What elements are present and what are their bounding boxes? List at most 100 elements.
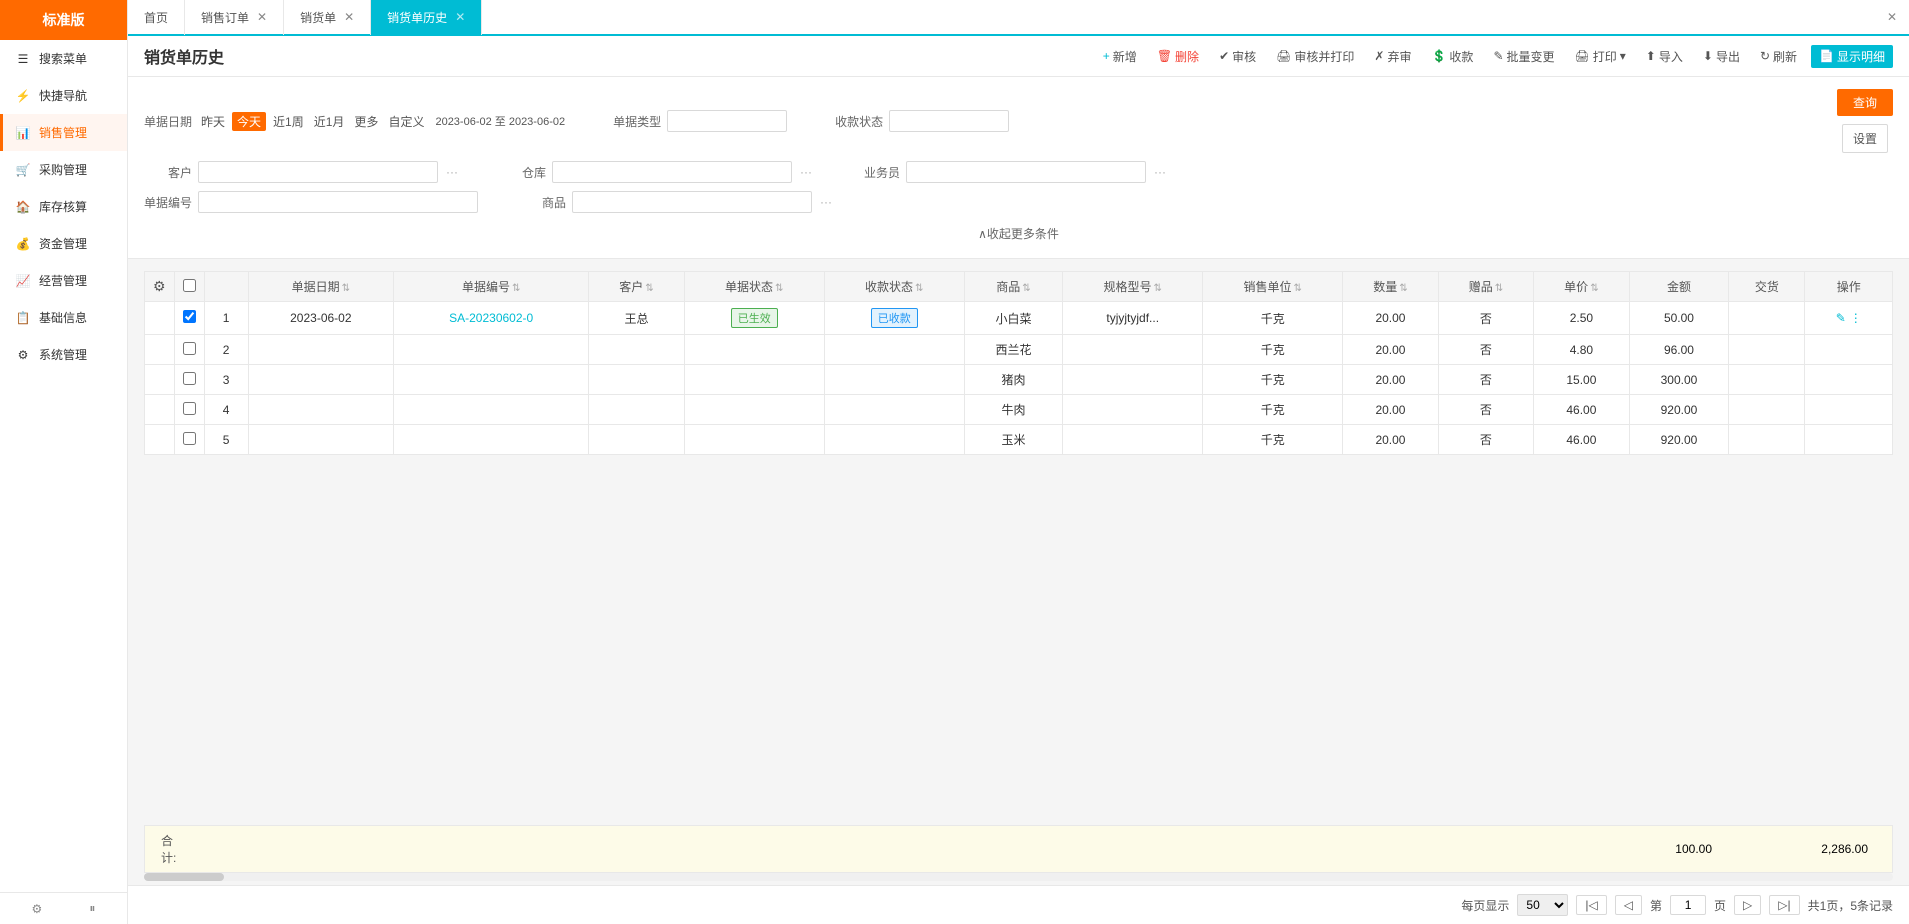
sidebar-item-purchase-mgmt[interactable]: 🛒 采购管理 bbox=[0, 151, 127, 188]
tab-sales-order[interactable]: 销售订单 ✕ bbox=[185, 0, 284, 35]
sidebar-bottom-settings-icon[interactable]: ⚙ bbox=[32, 902, 43, 916]
cell-check[interactable] bbox=[174, 425, 204, 455]
sort-date-icon[interactable] bbox=[342, 280, 350, 294]
date-shortcut-today[interactable]: 今天 bbox=[232, 112, 266, 131]
filter-doc-type-select[interactable] bbox=[667, 110, 787, 132]
row-checkbox[interactable] bbox=[183, 372, 196, 385]
select-all-checkbox[interactable] bbox=[183, 279, 196, 292]
settings-icon[interactable]: ⚙ bbox=[153, 278, 166, 294]
cell-check[interactable] bbox=[174, 335, 204, 365]
cell-qty: 20.00 bbox=[1343, 335, 1438, 365]
col-gift[interactable]: 赠品 bbox=[1438, 272, 1533, 302]
row-checkbox[interactable] bbox=[183, 342, 196, 355]
refresh-button[interactable]: ↻ 刷新 bbox=[1754, 45, 1803, 68]
row-checkbox[interactable] bbox=[183, 310, 196, 323]
col-price[interactable]: 单价 bbox=[1534, 272, 1629, 302]
col-customer[interactable]: 客户 bbox=[589, 272, 684, 302]
abandon-button[interactable]: ✗ 弃审 bbox=[1368, 45, 1417, 68]
import-button[interactable]: ⬆ 导入 bbox=[1640, 45, 1689, 68]
export-icon: ⬇ bbox=[1703, 49, 1713, 63]
sort-doc-status-icon[interactable] bbox=[775, 280, 783, 294]
filter-doc-no-input[interactable] bbox=[198, 191, 478, 213]
export-button[interactable]: ⬇ 导出 bbox=[1697, 45, 1746, 68]
show-detail-button[interactable]: 📄 显示明细 bbox=[1811, 45, 1893, 68]
tab-sales-delivery-close-icon[interactable]: ✕ bbox=[344, 10, 354, 24]
sidebar-item-quick-nav[interactable]: ⚡ 快捷导航 bbox=[0, 77, 127, 114]
sort-customer-icon[interactable] bbox=[645, 280, 653, 294]
col-settings[interactable]: ⚙ bbox=[145, 272, 175, 302]
sidebar-item-finance-mgmt[interactable]: 💰 资金管理 bbox=[0, 225, 127, 262]
last-page-button[interactable]: ▷| bbox=[1769, 895, 1799, 915]
tab-sales-order-close-icon[interactable]: ✕ bbox=[257, 10, 267, 24]
tab-sales-history[interactable]: 销货单历史 ✕ bbox=[371, 0, 482, 35]
sort-unit-icon[interactable] bbox=[1294, 280, 1302, 294]
filter-warehouse-input[interactable] bbox=[552, 161, 792, 183]
sidebar-item-ops-mgmt[interactable]: 📈 经营管理 bbox=[0, 262, 127, 299]
filter-goods-input[interactable] bbox=[572, 191, 812, 213]
col-doc-status[interactable]: 单据状态 bbox=[684, 272, 824, 302]
sort-collect-status-icon[interactable] bbox=[915, 280, 923, 294]
filter-agent-input[interactable] bbox=[906, 161, 1146, 183]
filter-goods-dots[interactable]: ··· bbox=[820, 195, 832, 209]
filter-customer-dots[interactable]: ··· bbox=[446, 165, 458, 179]
tab-sales-delivery[interactable]: 销货单 ✕ bbox=[284, 0, 371, 35]
per-page-select[interactable]: 50 100 bbox=[1517, 894, 1568, 916]
tab-sales-history-close-icon[interactable]: ✕ bbox=[455, 10, 465, 24]
filter-collect-status-select[interactable] bbox=[889, 110, 1009, 132]
delete-button[interactable]: 🗑 删除 bbox=[1151, 45, 1205, 68]
sidebar-item-sys-mgmt[interactable]: ⚙ 系统管理 bbox=[0, 336, 127, 373]
date-shortcut-more[interactable]: 更多 bbox=[351, 112, 381, 131]
sort-spec-icon[interactable] bbox=[1154, 280, 1162, 294]
sort-doc-no-icon[interactable] bbox=[512, 280, 520, 294]
horizontal-scrollbar[interactable] bbox=[144, 873, 1893, 881]
col-spec[interactable]: 规格型号 bbox=[1063, 272, 1203, 302]
set-button[interactable]: 设置 bbox=[1842, 124, 1888, 153]
ops-more-icon[interactable]: ⋮ bbox=[1850, 311, 1862, 325]
cell-check[interactable] bbox=[174, 395, 204, 425]
sidebar-item-base-info[interactable]: 📋 基础信息 bbox=[0, 299, 127, 336]
filter-customer-input[interactable] bbox=[198, 161, 438, 183]
col-unit[interactable]: 销售单位 bbox=[1203, 272, 1343, 302]
prev-page-button[interactable]: ◁ bbox=[1615, 895, 1642, 915]
query-button[interactable]: 查询 bbox=[1837, 89, 1893, 116]
first-page-button[interactable]: |◁ bbox=[1576, 895, 1606, 915]
new-button[interactable]: + 新增 bbox=[1097, 45, 1143, 68]
collapse-button[interactable]: ∧ 收起更多条件 bbox=[144, 221, 1893, 246]
sidebar-item-inventory[interactable]: 🏠 库存核算 bbox=[0, 188, 127, 225]
sidebar-item-search-menu[interactable]: ☰ 搜索菜单 bbox=[0, 40, 127, 77]
filter-agent-dots[interactable]: ··· bbox=[1154, 165, 1166, 179]
cell-check[interactable] bbox=[174, 302, 204, 335]
col-date[interactable]: 单据日期 bbox=[248, 272, 394, 302]
close-all-tabs-button[interactable]: ✕ bbox=[1875, 10, 1909, 24]
audit-button[interactable]: ✔ 审核 bbox=[1213, 45, 1262, 68]
sort-price-icon[interactable] bbox=[1590, 280, 1598, 294]
row-checkbox[interactable] bbox=[183, 432, 196, 445]
filter-warehouse-dots[interactable]: ··· bbox=[800, 165, 812, 179]
batch-change-button[interactable]: ✎ 批量变更 bbox=[1487, 45, 1560, 68]
collect-button[interactable]: 💲 收款 bbox=[1425, 45, 1479, 68]
doc-no-link[interactable]: SA-20230602-0 bbox=[449, 311, 533, 325]
audit-print-button[interactable]: 🖨 审核并打印 bbox=[1270, 45, 1360, 68]
scrollbar-thumb[interactable] bbox=[144, 873, 224, 881]
sort-gift-icon[interactable] bbox=[1495, 280, 1503, 294]
date-shortcut-yesterday[interactable]: 昨天 bbox=[198, 112, 228, 131]
col-collect-status[interactable]: 收款状态 bbox=[824, 272, 964, 302]
ops-edit-icon[interactable]: ✎ bbox=[1836, 311, 1846, 325]
date-shortcut-last7days[interactable]: 近1周 bbox=[270, 112, 307, 131]
sidebar-item-sales-mgmt[interactable]: 📊 销售管理 bbox=[0, 114, 127, 151]
cell-check[interactable] bbox=[174, 365, 204, 395]
sort-goods-icon[interactable] bbox=[1022, 280, 1030, 294]
col-check[interactable] bbox=[174, 272, 204, 302]
col-goods[interactable]: 商品 bbox=[964, 272, 1062, 302]
date-shortcut-last1month[interactable]: 近1月 bbox=[311, 112, 348, 131]
sidebar-bottom-pause-icon[interactable]: ⏸ bbox=[89, 901, 95, 916]
next-page-button[interactable]: ▷ bbox=[1734, 895, 1761, 915]
col-qty[interactable]: 数量 bbox=[1343, 272, 1438, 302]
row-checkbox[interactable] bbox=[183, 402, 196, 415]
tab-home[interactable]: 首页 bbox=[128, 0, 185, 35]
page-number-input[interactable] bbox=[1670, 895, 1706, 915]
date-shortcut-custom[interactable]: 自定义 bbox=[385, 112, 427, 131]
sort-qty-icon[interactable] bbox=[1399, 280, 1407, 294]
col-doc-no[interactable]: 单据编号 bbox=[394, 272, 589, 302]
print-button[interactable]: 🖨 打印 ▾ bbox=[1569, 45, 1632, 68]
